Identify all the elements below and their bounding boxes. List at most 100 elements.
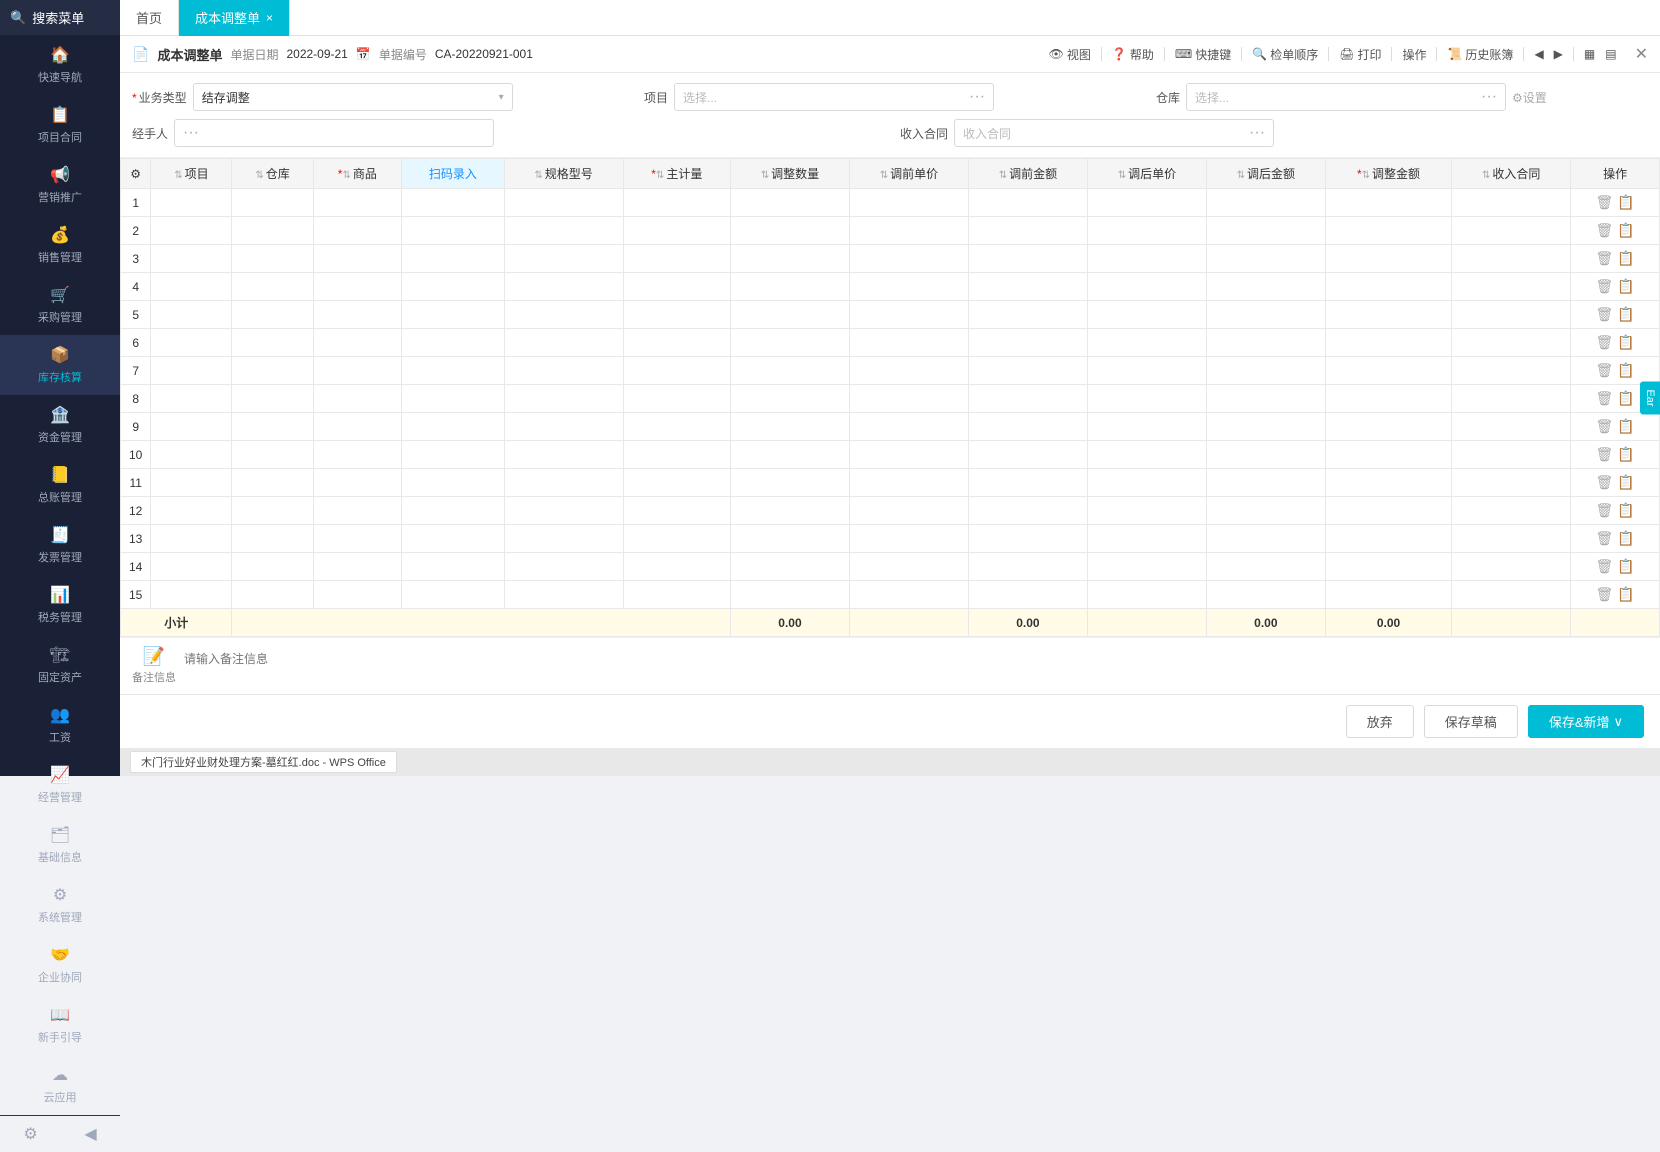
sidebar-item-sales-promo[interactable]: 📢 营销推广 <box>0 155 120 215</box>
table-cell[interactable] <box>1087 217 1206 245</box>
table-cell[interactable] <box>402 273 505 301</box>
right-edge-button[interactable]: Ear <box>1640 381 1660 414</box>
table-cell[interactable] <box>151 525 232 553</box>
table-cell[interactable] <box>402 217 505 245</box>
table-row[interactable]: 15🗑📋 <box>121 581 1660 609</box>
notes-textarea[interactable] <box>184 646 1648 686</box>
copy-icon[interactable]: 📋 <box>1617 502 1634 519</box>
table-cell[interactable] <box>1087 553 1206 581</box>
table-cell[interactable] <box>731 469 850 497</box>
table-cell[interactable] <box>232 469 313 497</box>
table-cell[interactable] <box>1087 245 1206 273</box>
table-cell[interactable] <box>313 413 401 441</box>
table-cell[interactable] <box>1325 525 1451 553</box>
copy-icon[interactable]: 📋 <box>1617 390 1634 407</box>
table-cell[interactable] <box>1325 469 1451 497</box>
biz-type-input[interactable]: 结存调整 ▾ <box>193 83 513 111</box>
table-cell[interactable] <box>968 441 1087 469</box>
sidebar-item-tax[interactable]: 📊 税务管理 <box>0 575 120 635</box>
delete-icon[interactable]: 🗑 <box>1595 474 1613 491</box>
table-cell[interactable] <box>1206 329 1325 357</box>
sidebar-item-cloud[interactable]: ☁ 云应用 <box>0 1055 120 1115</box>
table-cell[interactable] <box>731 217 850 245</box>
table-cell[interactable] <box>504 525 623 553</box>
table-cell[interactable] <box>1325 581 1451 609</box>
sidebar-item-enterprise[interactable]: 🤝 企业协同 <box>0 935 120 995</box>
table-cell[interactable] <box>151 301 232 329</box>
table-cell[interactable] <box>968 385 1087 413</box>
table-cell[interactable] <box>1325 413 1451 441</box>
table-cell[interactable] <box>151 385 232 413</box>
table-row[interactable]: 6🗑📋 <box>121 329 1660 357</box>
settings-bottom-icon[interactable]: ⚙ <box>23 1124 37 1144</box>
table-cell[interactable] <box>1087 357 1206 385</box>
table-row[interactable]: 9🗑📋 <box>121 413 1660 441</box>
history-btn[interactable]: 📜 历史账簿 <box>1447 46 1513 63</box>
sidebar-item-invoice[interactable]: 🧾 发票管理 <box>0 515 120 575</box>
sidebar-item-payroll[interactable]: 👥 工资 <box>0 695 120 755</box>
abandon-button[interactable]: 放弃 <box>1346 705 1414 738</box>
sidebar-item-funds[interactable]: 🏦 资金管理 <box>0 395 120 455</box>
table-cell[interactable] <box>731 413 850 441</box>
table-cell[interactable] <box>623 525 730 553</box>
table-cell[interactable] <box>1206 357 1325 385</box>
table-cell[interactable] <box>313 469 401 497</box>
copy-icon[interactable]: 📋 <box>1617 222 1634 239</box>
table-cell[interactable] <box>849 553 968 581</box>
table-cell[interactable] <box>968 217 1087 245</box>
copy-icon[interactable]: 📋 <box>1617 362 1634 379</box>
table-cell[interactable] <box>623 273 730 301</box>
table-cell[interactable] <box>849 385 968 413</box>
table-row[interactable]: 13🗑📋 <box>121 525 1660 553</box>
table-cell[interactable] <box>1206 273 1325 301</box>
table-cell[interactable] <box>849 357 968 385</box>
table-cell[interactable] <box>849 581 968 609</box>
delete-icon[interactable]: 🗑 <box>1595 306 1613 323</box>
project-input[interactable]: 选择... ··· <box>674 83 994 111</box>
delete-icon[interactable]: 🗑 <box>1595 558 1613 575</box>
copy-icon[interactable]: 📋 <box>1617 418 1634 435</box>
sidebar-item-project-contract[interactable]: 📋 项目合同 <box>0 95 120 155</box>
table-cell[interactable] <box>402 329 505 357</box>
table-cell[interactable] <box>1452 413 1571 441</box>
table-cell[interactable] <box>731 497 850 525</box>
table-cell[interactable] <box>504 301 623 329</box>
table-cell[interactable] <box>313 357 401 385</box>
table-cell[interactable] <box>313 553 401 581</box>
save-new-button[interactable]: 保存&新增 ∨ <box>1528 705 1644 738</box>
sidebar-item-sys-mgmt[interactable]: ⚙ 系统管理 <box>0 875 120 935</box>
layout1-btn[interactable]: ▦ <box>1584 47 1595 61</box>
table-cell[interactable] <box>623 301 730 329</box>
table-cell[interactable] <box>968 525 1087 553</box>
table-cell[interactable] <box>1452 357 1571 385</box>
table-cell[interactable] <box>232 189 313 217</box>
table-cell[interactable] <box>232 441 313 469</box>
table-cell[interactable] <box>1325 189 1451 217</box>
table-cell[interactable] <box>623 441 730 469</box>
delete-icon[interactable]: 🗑 <box>1595 446 1613 463</box>
sidebar-item-quick-nav[interactable]: 🏠 快速导航 <box>0 35 120 95</box>
table-cell[interactable] <box>151 441 232 469</box>
table-cell[interactable] <box>849 413 968 441</box>
table-cell[interactable] <box>402 525 505 553</box>
table-cell[interactable] <box>504 441 623 469</box>
table-cell[interactable] <box>402 441 505 469</box>
table-cell[interactable] <box>232 273 313 301</box>
wps-taskbar-item[interactable]: 木门行业好业财处理方案-墓红红.doc - WPS Office <box>130 751 397 773</box>
table-cell[interactable] <box>968 553 1087 581</box>
sidebar-item-sales-mgmt[interactable]: 💰 销售管理 <box>0 215 120 275</box>
table-cell[interactable] <box>232 301 313 329</box>
table-cell[interactable] <box>731 581 850 609</box>
delete-icon[interactable]: 🗑 <box>1595 390 1613 407</box>
table-cell[interactable] <box>232 245 313 273</box>
collapse-icon[interactable]: ◀ <box>84 1124 96 1144</box>
table-cell[interactable] <box>968 581 1087 609</box>
table-cell[interactable] <box>1087 413 1206 441</box>
table-cell[interactable] <box>313 217 401 245</box>
copy-icon[interactable]: 📋 <box>1617 586 1634 603</box>
table-cell[interactable] <box>1206 385 1325 413</box>
copy-icon[interactable]: 📋 <box>1617 446 1634 463</box>
table-cell[interactable] <box>623 413 730 441</box>
delete-icon[interactable]: 🗑 <box>1595 278 1613 295</box>
table-cell[interactable] <box>504 217 623 245</box>
